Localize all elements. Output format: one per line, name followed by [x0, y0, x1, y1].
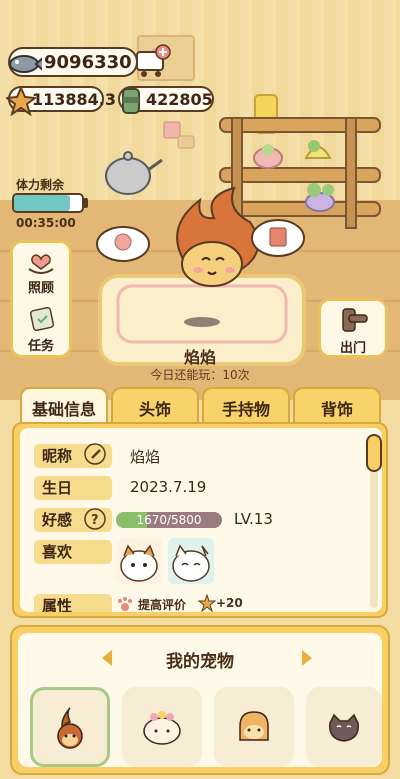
wall-note-icon: [163, 121, 195, 149]
attr-label: 属性: [34, 594, 112, 612]
liked-pet-calico: [116, 538, 162, 584]
help-question-icon[interactable]: ?: [84, 508, 106, 530]
stamina-label: 体力剩余: [16, 178, 65, 192]
fish-count: 9096330: [44, 51, 132, 73]
task-list-icon: [29, 306, 55, 332]
fish-currency: 9096330: [8, 47, 138, 77]
liked-pet-white: [168, 538, 214, 584]
can-icon: [114, 84, 148, 118]
heart-hand-icon: [28, 254, 54, 274]
tab-handheld[interactable]: 手持物: [202, 387, 290, 427]
paw-icon: [118, 597, 132, 611]
pet-card-flame[interactable]: [30, 687, 110, 767]
nickname-value: 焰焰: [130, 448, 161, 466]
tab-backwear[interactable]: 背饰: [293, 387, 381, 427]
attr-text: 提高评价: [138, 598, 187, 612]
thought-bubble-bag: [251, 219, 305, 257]
care-button[interactable]: 照顾: [13, 243, 69, 299]
attr-star-icon: [198, 594, 216, 612]
info-panel: 昵称 焰焰 生日 2023.7.19 好感 ? 1670/5800 LV.13 …: [12, 422, 388, 618]
shop-cart-button[interactable]: [135, 44, 173, 78]
pet-card-flower[interactable]: [122, 687, 202, 767]
likes-label: 喜欢: [34, 540, 112, 564]
attr-bonus: +20: [216, 596, 243, 610]
pet-card-dark[interactable]: [306, 687, 382, 767]
tab-headwear[interactable]: 头饰: [111, 387, 199, 427]
care-label: 照顾: [27, 281, 54, 296]
my-pets-title: 我的宠物: [166, 652, 234, 672]
dark-pet-icon: [329, 713, 359, 742]
flower-pet-icon: [143, 711, 181, 745]
flame-pet-icon: [57, 707, 83, 749]
info-panel-content[interactable]: 昵称 焰焰 生日 2023.7.19 好感 ? 1670/5800 LV.13 …: [20, 428, 382, 612]
stamina-bar: [12, 193, 84, 213]
pet-card-bread[interactable]: [214, 687, 294, 767]
next-pet-button[interactable]: [300, 649, 314, 667]
edit-name-icon[interactable]: [84, 443, 106, 465]
play-remaining: 今日还能玩：10次: [150, 368, 250, 382]
tab-basic-info[interactable]: 基础信息: [20, 387, 108, 427]
favor-bar: 1670/5800: [116, 512, 222, 528]
star-icon: [4, 84, 38, 118]
cart-icon: [136, 44, 171, 77]
stamina-timer: 00:35:00: [16, 216, 76, 230]
thought-bubble-food: [96, 226, 150, 262]
favor-value: 1670/5800: [136, 513, 202, 527]
star-count: 113884.3: [32, 89, 117, 109]
favor-level: LV.13: [234, 510, 273, 528]
door-handle-icon: [342, 308, 368, 332]
birthday-value: 2023.7.19: [130, 478, 207, 496]
birthday-label: 生日: [34, 476, 112, 500]
calico-cat-icon: [120, 544, 158, 582]
stamina-fill: [14, 195, 70, 211]
svg-text:?: ?: [91, 513, 99, 528]
white-cat-icon: [172, 544, 210, 582]
my-pets-inner: 我的宠物: [18, 633, 382, 767]
pet-name: 焰焰: [183, 348, 216, 367]
bread-pet-icon: [239, 711, 269, 741]
battery-tip: [83, 198, 88, 208]
can-count: 422805: [146, 89, 213, 109]
right-arrow-icon: [302, 650, 312, 666]
star-currency: 113884.3: [6, 86, 116, 116]
side-menu: 照顾 任务: [10, 240, 72, 358]
fish-icon: [8, 47, 42, 81]
info-scroll-thumb[interactable]: [366, 434, 382, 472]
can-currency: 422805: [118, 86, 214, 114]
my-pets-panel: 我的宠物: [10, 625, 390, 775]
